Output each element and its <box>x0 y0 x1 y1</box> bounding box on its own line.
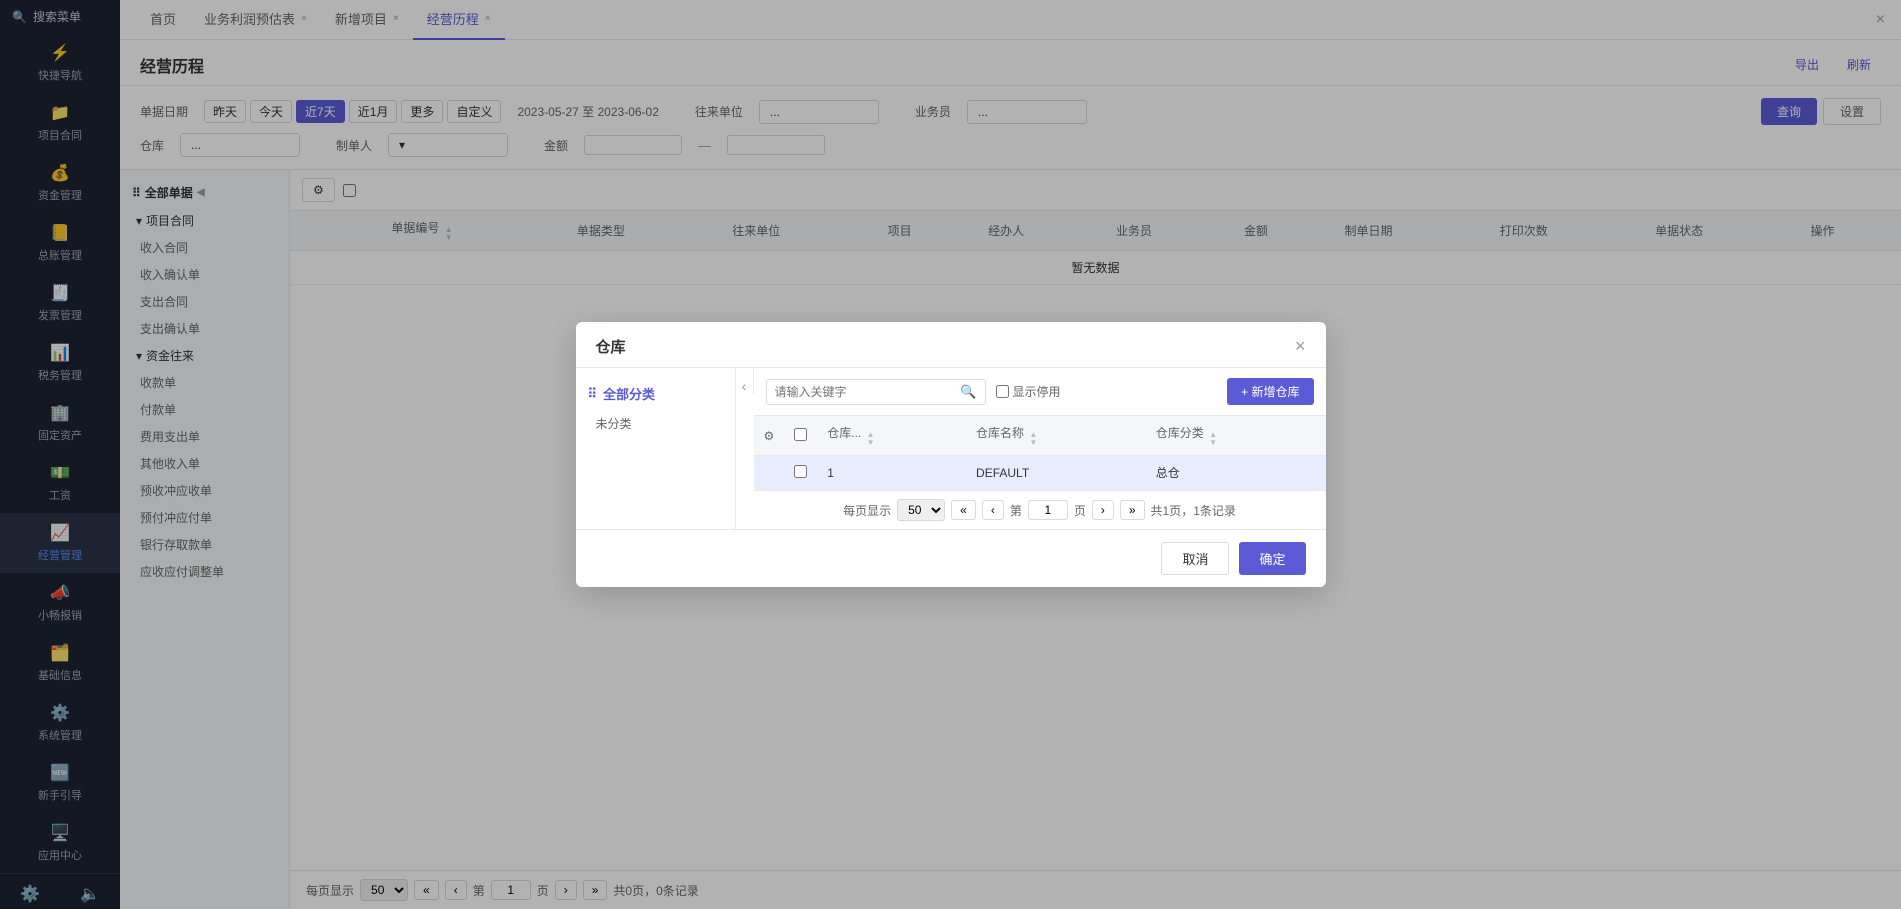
modal-unclassified-item[interactable]: 未分类 <box>576 409 735 438</box>
modal-select-all[interactable] <box>794 428 807 441</box>
modal-table-header: ⚙ 仓库... ▲▼ 仓库名称 ▲▼ 仓库分类 ▲▼ <box>754 416 1326 456</box>
show-disabled-label[interactable]: 显示停用 <box>996 383 1061 400</box>
modal-last-btn[interactable]: » <box>1120 500 1145 520</box>
modal-next-btn[interactable]: › <box>1092 500 1114 520</box>
modal-toolbar: 🔍 显示停用 + 新增仓库 <box>754 368 1326 416</box>
confirm-button[interactable]: 确定 <box>1239 542 1305 575</box>
row-code: DEFAULT <box>966 456 1146 490</box>
modal-table: ⚙ 仓库... ▲▼ 仓库名称 ▲▼ 仓库分类 ▲▼ <box>754 416 1326 490</box>
table-row[interactable]: 1 DEFAULT 总仓 <box>754 456 1326 490</box>
modal-search-icon[interactable]: 🔍 <box>960 384 976 400</box>
modal-th-gear: ⚙ <box>754 416 785 456</box>
modal-title: 仓库 <box>596 336 626 357</box>
cancel-button[interactable]: 取消 <box>1161 542 1229 575</box>
modal-table-body: 1 DEFAULT 总仓 <box>754 456 1326 490</box>
modal-th-checkbox <box>784 416 817 456</box>
modal-overlay: 仓库 × ⠿ 全部分类 未分类 ‹ <box>0 0 1901 909</box>
row-checkbox-cell[interactable] <box>784 456 817 490</box>
modal-first-btn[interactable]: « <box>951 500 976 520</box>
row-name: 总仓 <box>1146 456 1326 490</box>
modal-th-category[interactable]: 仓库分类 ▲▼ <box>1146 416 1326 456</box>
modal-header: 仓库 × <box>576 322 1326 368</box>
add-warehouse-btn[interactable]: + 新增仓库 <box>1227 378 1313 405</box>
row-gear <box>754 456 785 490</box>
chevron-left-icon: ‹ <box>742 378 747 394</box>
modal-page-size-select[interactable]: 50 <box>897 499 945 521</box>
modal-left-panel: ⠿ 全部分类 未分类 <box>576 368 736 529</box>
modal-all-category-btn[interactable]: ⠿ 全部分类 <box>576 378 735 409</box>
modal-page-word: 第 <box>1010 502 1022 519</box>
modal-page-size-label: 每页显示 <box>843 502 891 519</box>
modal-th-code[interactable]: 仓库... ▲▼ <box>817 416 966 456</box>
modal-prev-btn[interactable]: ‹ <box>982 500 1004 520</box>
modal-th-name[interactable]: 仓库名称 ▲▼ <box>966 416 1146 456</box>
modal-body: ⠿ 全部分类 未分类 ‹ 🔍 显示停用 <box>576 368 1326 529</box>
show-disabled-checkbox[interactable] <box>996 385 1009 398</box>
modal-footer: 取消 确定 <box>576 529 1326 587</box>
row-checkbox[interactable] <box>794 465 807 478</box>
modal-close-btn[interactable]: × <box>1295 336 1306 357</box>
modal-pagination: 每页显示 50 « ‹ 第 页 › » 共1页，1条记录 <box>754 490 1326 529</box>
show-disabled-text: 显示停用 <box>1013 383 1061 400</box>
modal-page-input[interactable] <box>1028 500 1068 520</box>
modal-collapse-btn[interactable]: ‹ <box>736 368 754 394</box>
modal-page-info: 共1页，1条记录 <box>1151 502 1236 519</box>
modal-search-input[interactable] <box>775 385 961 399</box>
modal-page-word2: 页 <box>1074 502 1086 519</box>
modal-right-panel: 🔍 显示停用 + 新增仓库 ⚙ <box>754 368 1326 529</box>
modal-all-category-label: 全部分类 <box>603 384 655 403</box>
row-num: 1 <box>817 456 966 490</box>
warehouse-modal: 仓库 × ⠿ 全部分类 未分类 ‹ <box>576 322 1326 587</box>
modal-search-box[interactable]: 🔍 <box>766 379 986 405</box>
grid-icon-2: ⠿ <box>588 386 598 402</box>
modal-table-scroll[interactable]: ⚙ 仓库... ▲▼ 仓库名称 ▲▼ 仓库分类 ▲▼ <box>754 416 1326 490</box>
